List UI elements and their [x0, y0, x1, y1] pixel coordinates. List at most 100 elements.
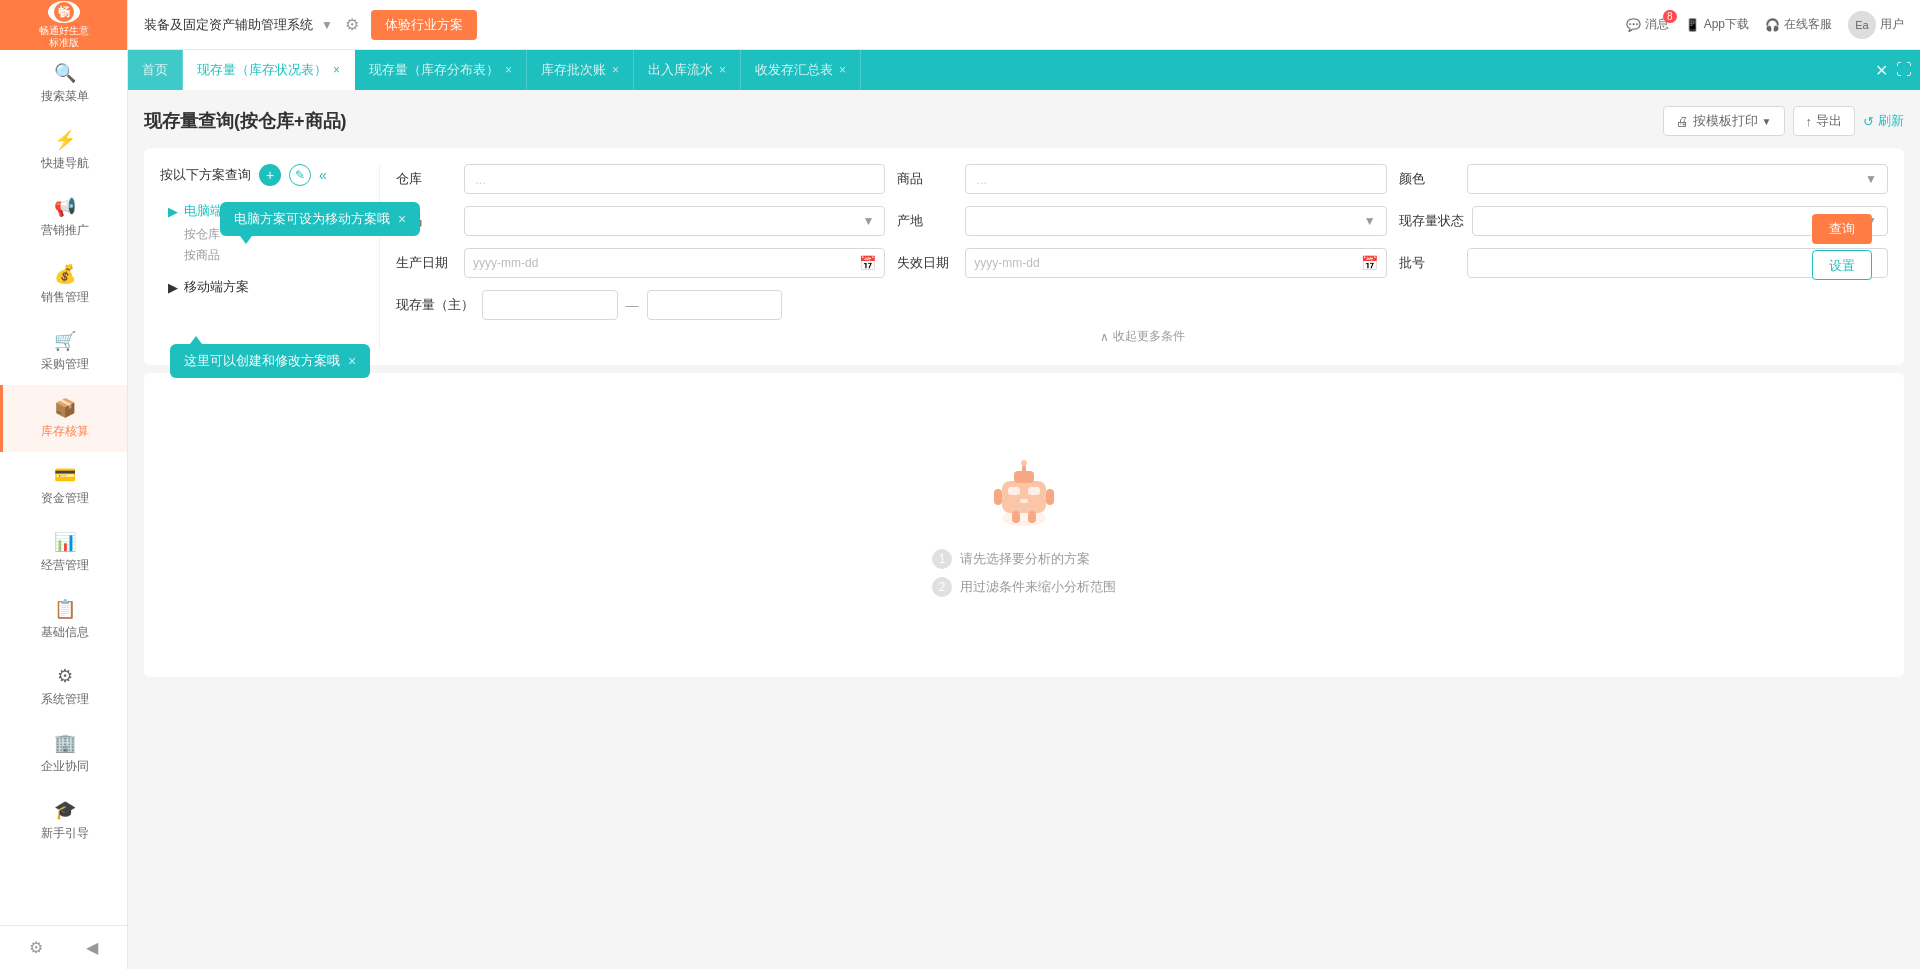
- topbar: 装备及固定资产辅助管理系统 ▼ ⚙ 体验行业方案 💬 消息 8 📱 App下载 …: [128, 0, 1920, 50]
- svg-rect-11: [1046, 489, 1054, 505]
- filter-size: 尺码 ▼: [396, 206, 885, 236]
- filter-arrow-btn[interactable]: «: [319, 167, 327, 183]
- filter-goods: 商品 ...: [897, 164, 1386, 194]
- headset-icon: 🎧: [1765, 18, 1780, 32]
- filter-row-3: 生产日期 yyyy-mm-dd 📅 失效日期 yyyy-mm-dd: [396, 248, 1888, 278]
- svg-rect-10: [994, 489, 1002, 505]
- sidebar-item-marketing[interactable]: 📢 营销推广: [0, 184, 127, 251]
- sidebar-item-enterprise[interactable]: 🏢 企业协同: [0, 720, 127, 787]
- page-actions: 🖨 按模板打印 ▼ ↑ 导出 ↺ 刷新: [1663, 106, 1904, 136]
- industry-btn[interactable]: 体验行业方案: [371, 10, 477, 40]
- tab-close-in-out-flow[interactable]: ×: [719, 63, 726, 77]
- sidebar-item-sales[interactable]: 💰 销售管理: [0, 251, 127, 318]
- stock-min-input[interactable]: [482, 290, 618, 320]
- tab-close-inventory-status[interactable]: ×: [333, 63, 340, 77]
- topbar-settings-icon[interactable]: ⚙: [345, 15, 359, 34]
- sidebar-item-operations[interactable]: 📊 经营管理: [0, 519, 127, 586]
- system-selector[interactable]: 装备及固定资产辅助管理系统 ▼: [144, 16, 333, 34]
- tooltip2-close[interactable]: ×: [348, 353, 356, 369]
- scheme-desktop-arrow: ▶: [168, 204, 178, 219]
- printer-icon: 🖨: [1676, 114, 1689, 129]
- svg-rect-4: [1008, 487, 1020, 495]
- svg-text:畅: 畅: [58, 5, 70, 19]
- avatar: Ea: [1848, 11, 1876, 39]
- marketing-icon: 📢: [54, 196, 76, 218]
- filter-panel: 按以下方案查询 + ✎ « 电脑方案可设为移动方案哦 × ▶ 电脑端方案: [144, 148, 1904, 365]
- filter-settings-btn[interactable]: 设置: [1812, 250, 1872, 280]
- sidebar-collapse-btn[interactable]: ◀: [86, 938, 98, 957]
- filter-expire-date: 失效日期 yyyy-mm-dd 📅: [897, 248, 1386, 278]
- filter-add-btn[interactable]: +: [259, 164, 281, 186]
- logo-icon: 畅: [48, 1, 80, 23]
- tooltip-desktop-scheme: 电脑方案可设为移动方案哦 ×: [220, 202, 420, 236]
- sidebar-item-guide[interactable]: 🎓 新手引导: [0, 787, 127, 854]
- tab-inventory-dist[interactable]: 现存量（库存分布表） ×: [355, 50, 527, 90]
- tab-home[interactable]: 首页: [128, 50, 183, 90]
- empty-icon: [984, 453, 1064, 533]
- scheme-mobile-arrow: ▶: [168, 280, 178, 295]
- collapse-row: ∧ 收起更多条件: [396, 320, 1888, 349]
- sidebar-item-basic-info[interactable]: 📋 基础信息: [0, 586, 127, 653]
- svg-rect-5: [1028, 487, 1040, 495]
- notice-badge: 8: [1663, 10, 1677, 23]
- collapse-btn[interactable]: ∧ 收起更多条件: [1100, 328, 1185, 345]
- system-dropdown-icon[interactable]: ▼: [321, 18, 333, 32]
- sidebar-item-quick-nav[interactable]: ⚡ 快捷导航: [0, 117, 127, 184]
- filter-header: 按以下方案查询 + ✎ «: [160, 164, 367, 186]
- svg-point-9: [1021, 460, 1027, 466]
- inventory-icon: 📦: [54, 397, 76, 419]
- tab-close-receive-send[interactable]: ×: [839, 63, 846, 77]
- tab-close-batch-ledger[interactable]: ×: [612, 63, 619, 77]
- notice-btn[interactable]: 💬 消息 8: [1626, 16, 1669, 33]
- page-header: 现存量查询(按仓库+商品) 🖨 按模板打印 ▼ ↑ 导出 ↺ 刷新: [144, 106, 1904, 136]
- template-print-btn[interactable]: 🖨 按模板打印 ▼: [1663, 106, 1785, 136]
- tabbar-actions: ✕ ⛶: [1867, 61, 1920, 80]
- produce-date-input[interactable]: yyyy-mm-dd 📅: [464, 248, 885, 278]
- sidebar-settings-btn[interactable]: ⚙: [29, 938, 43, 957]
- filter-edit-btn[interactable]: ✎: [289, 164, 311, 186]
- tab-in-out-flow[interactable]: 出入库流水 ×: [634, 50, 741, 90]
- sidebar-bottom: ⚙ ◀: [0, 925, 127, 969]
- stock-max-input[interactable]: [647, 290, 783, 320]
- scheme-desktop-sub2[interactable]: 按商品: [160, 245, 367, 266]
- filter-row-2: 尺码 ▼ 产地 ▼: [396, 206, 1888, 236]
- svg-rect-8: [1022, 465, 1026, 473]
- online-service-btn[interactable]: 🎧 在线客服: [1765, 16, 1832, 33]
- sidebar-item-system[interactable]: ⚙ 系统管理: [0, 653, 127, 720]
- sidebar-item-inventory[interactable]: 📦 库存核算: [0, 385, 127, 452]
- origin-select[interactable]: ▼: [965, 206, 1386, 236]
- svg-rect-13: [1028, 511, 1036, 523]
- logo-label: 畅通好生意 标准版: [39, 25, 89, 49]
- sidebar: 畅 畅通好生意 标准版 🔍 搜索菜单 ⚡ 快捷导航 📢 营销推广 💰 销售管理 …: [0, 0, 128, 969]
- tab-close-all-btn[interactable]: ✕: [1875, 61, 1888, 80]
- color-select[interactable]: ▼: [1467, 164, 1888, 194]
- warehouse-input[interactable]: ...: [464, 164, 885, 194]
- tooltip1-close[interactable]: ×: [398, 211, 406, 227]
- tab-receive-send[interactable]: 收发存汇总表 ×: [741, 50, 861, 90]
- tab-close-inventory-dist[interactable]: ×: [505, 63, 512, 77]
- tab-batch-ledger[interactable]: 库存批次账 ×: [527, 50, 634, 90]
- scheme-mobile[interactable]: ▶ 移动端方案: [160, 274, 367, 300]
- tab-inventory-status[interactable]: 现存量（库存状况表） ×: [183, 50, 355, 90]
- enterprise-icon: 🏢: [54, 732, 76, 754]
- topbar-right: 💬 消息 8 📱 App下载 🎧 在线客服 Ea 用户: [1626, 11, 1904, 39]
- content-area: 现存量查询(按仓库+商品) 🖨 按模板打印 ▼ ↑ 导出 ↺ 刷新: [128, 90, 1920, 969]
- sidebar-item-search[interactable]: 🔍 搜索菜单: [0, 50, 127, 117]
- tab-fullscreen-btn[interactable]: ⛶: [1896, 61, 1912, 79]
- svg-rect-12: [1012, 511, 1020, 523]
- sidebar-item-purchase[interactable]: 🛒 采购管理: [0, 318, 127, 385]
- sidebar-item-finance[interactable]: 💳 资金管理: [0, 452, 127, 519]
- filter-row-1: 仓库 ... 商品 ...: [396, 164, 1888, 194]
- user-menu[interactable]: Ea 用户: [1848, 11, 1904, 39]
- refresh-btn[interactable]: ↺ 刷新: [1863, 112, 1904, 130]
- app-download-btn[interactable]: 📱 App下载: [1685, 16, 1749, 33]
- expire-date-input[interactable]: yyyy-mm-dd 📅: [965, 248, 1386, 278]
- guide-icon: 🎓: [54, 799, 76, 821]
- page-title: 现存量查询(按仓库+商品): [144, 109, 347, 133]
- export-btn[interactable]: ↑ 导出: [1793, 106, 1856, 136]
- size-select[interactable]: ▼: [464, 206, 885, 236]
- svg-rect-3: [1002, 481, 1046, 513]
- query-btn[interactable]: 查询: [1812, 214, 1872, 244]
- empty-state: 1 请先选择要分析的方案 2 用过滤条件来缩小分析范围: [144, 373, 1904, 677]
- goods-input[interactable]: ...: [965, 164, 1386, 194]
